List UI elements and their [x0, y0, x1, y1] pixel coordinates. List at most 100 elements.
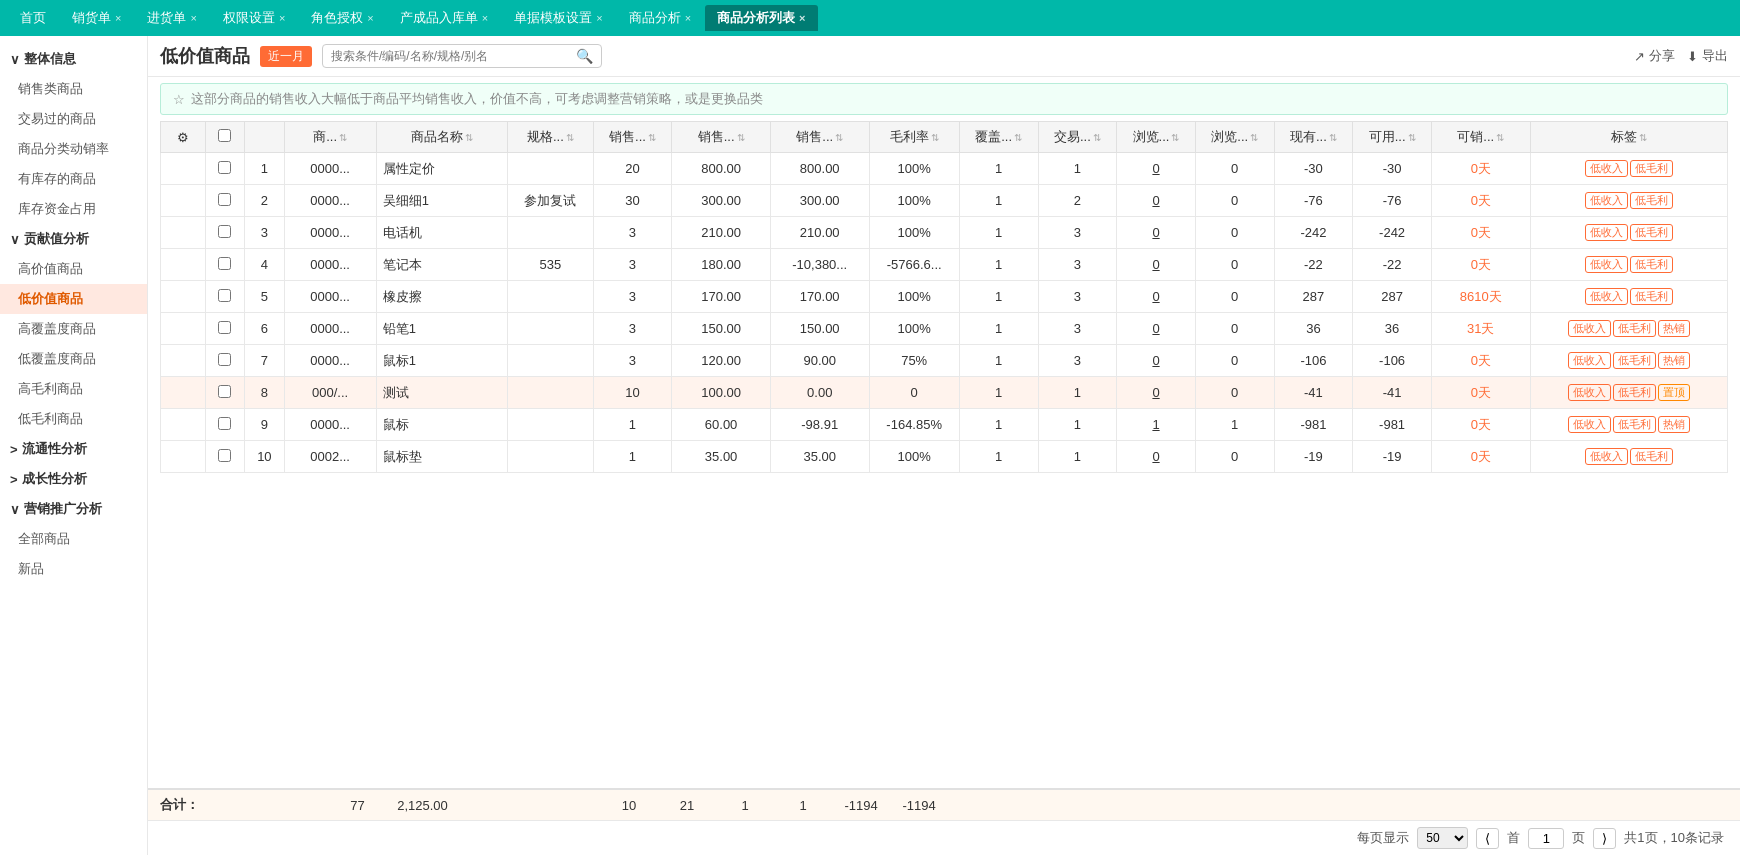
- col-sale2[interactable]: 销售...⇅: [672, 122, 771, 153]
- row-checkbox[interactable]: [205, 185, 244, 217]
- row-select-checkbox[interactable]: [218, 161, 231, 174]
- row-browse1[interactable]: 1: [1117, 409, 1196, 441]
- browse-value[interactable]: 0: [1152, 161, 1159, 176]
- row-browse1[interactable]: 0: [1117, 153, 1196, 185]
- sidebar-item-high-value[interactable]: 高价值商品: [0, 254, 147, 284]
- row-checkbox[interactable]: [205, 409, 244, 441]
- col-tags[interactable]: 标签⇅: [1530, 122, 1727, 153]
- nav-product-analysis-list[interactable]: 商品分析列表 ×: [705, 5, 817, 31]
- row-select-checkbox[interactable]: [218, 193, 231, 206]
- row-checkbox[interactable]: [205, 249, 244, 281]
- close-icon[interactable]: ×: [482, 12, 488, 24]
- nav-role-auth[interactable]: 角色授权 ×: [299, 5, 385, 31]
- col-trade[interactable]: 交易...⇅: [1038, 122, 1117, 153]
- nav-template-settings[interactable]: 单据模板设置 ×: [502, 5, 614, 31]
- row-browse1[interactable]: 0: [1117, 313, 1196, 345]
- close-icon[interactable]: ×: [799, 12, 805, 24]
- row-checkbox[interactable]: [205, 441, 244, 473]
- row-select-checkbox[interactable]: [218, 225, 231, 238]
- row-browse1[interactable]: 0: [1117, 345, 1196, 377]
- sidebar-group-overall[interactable]: ∨ 整体信息: [0, 44, 147, 74]
- browse-value[interactable]: 0: [1152, 289, 1159, 304]
- col-margin[interactable]: 毛利率⇅: [869, 122, 959, 153]
- row-select-checkbox[interactable]: [218, 321, 231, 334]
- close-icon[interactable]: ×: [596, 12, 602, 24]
- close-icon[interactable]: ×: [685, 12, 691, 24]
- export-button[interactable]: ⬇ 导出: [1687, 47, 1728, 65]
- browse-value[interactable]: 1: [1152, 417, 1159, 432]
- sidebar-group-contribution[interactable]: ∨ 贡献值分析: [0, 224, 147, 254]
- sidebar-item-sales-products[interactable]: 销售类商品: [0, 74, 147, 104]
- col-name[interactable]: 商品名称⇅: [376, 122, 508, 153]
- row-checkbox[interactable]: [205, 313, 244, 345]
- nav-product-storage[interactable]: 产成品入库单 ×: [388, 5, 500, 31]
- row-checkbox[interactable]: [205, 281, 244, 313]
- first-page-button[interactable]: ⟨: [1476, 828, 1499, 849]
- last-page-button[interactable]: ⟩: [1593, 828, 1616, 849]
- sidebar-item-new-products[interactable]: 新品: [0, 554, 147, 584]
- col-browse1[interactable]: 浏览...⇅: [1117, 122, 1196, 153]
- per-page-select[interactable]: 50 20 100: [1417, 827, 1468, 849]
- col-sale3[interactable]: 销售...⇅: [770, 122, 869, 153]
- sidebar-group-marketing[interactable]: ∨ 营销推广分析: [0, 494, 147, 524]
- row-checkbox[interactable]: [205, 377, 244, 409]
- browse-value[interactable]: 0: [1152, 353, 1159, 368]
- close-icon[interactable]: ×: [279, 12, 285, 24]
- close-icon[interactable]: ×: [190, 12, 196, 24]
- row-checkbox[interactable]: [205, 217, 244, 249]
- search-input[interactable]: [331, 49, 576, 63]
- sidebar-item-high-coverage[interactable]: 高覆盖度商品: [0, 314, 147, 344]
- nav-product-analysis[interactable]: 商品分析 ×: [617, 5, 703, 31]
- page-number-input[interactable]: [1528, 828, 1564, 849]
- sidebar-item-low-margin[interactable]: 低毛利商品: [0, 404, 147, 434]
- row-browse1[interactable]: 0: [1117, 441, 1196, 473]
- row-select-checkbox[interactable]: [218, 289, 231, 302]
- browse-value[interactable]: 0: [1152, 385, 1159, 400]
- browse-value[interactable]: 0: [1152, 193, 1159, 208]
- close-icon[interactable]: ×: [367, 12, 373, 24]
- col-settings[interactable]: ⚙: [161, 122, 206, 153]
- select-all-checkbox[interactable]: [218, 129, 231, 142]
- col-stock3[interactable]: 可销...⇅: [1431, 122, 1530, 153]
- sidebar-item-high-margin[interactable]: 高毛利商品: [0, 374, 147, 404]
- row-select-checkbox[interactable]: [218, 257, 231, 270]
- row-checkbox[interactable]: [205, 345, 244, 377]
- sidebar-item-traded-products[interactable]: 交易过的商品: [0, 104, 147, 134]
- browse-value[interactable]: 0: [1152, 225, 1159, 240]
- row-select-checkbox[interactable]: [218, 385, 231, 398]
- col-sale1[interactable]: 销售...⇅: [593, 122, 672, 153]
- sidebar-group-growth[interactable]: > 成长性分析: [0, 464, 147, 494]
- filter-tag-button[interactable]: 近一月: [260, 46, 312, 67]
- col-code[interactable]: 商...⇅: [284, 122, 376, 153]
- row-select-checkbox[interactable]: [218, 353, 231, 366]
- row-select-checkbox[interactable]: [218, 449, 231, 462]
- row-checkbox[interactable]: [205, 153, 244, 185]
- nav-home[interactable]: 首页: [8, 5, 58, 31]
- col-browse2[interactable]: 浏览...⇅: [1195, 122, 1274, 153]
- col-spec[interactable]: 规格...⇅: [508, 122, 593, 153]
- row-browse1[interactable]: 0: [1117, 249, 1196, 281]
- nav-purchase-order[interactable]: 进货单 ×: [135, 5, 208, 31]
- search-icon[interactable]: 🔍: [576, 48, 593, 64]
- col-stock2[interactable]: 可用...⇅: [1353, 122, 1432, 153]
- row-browse1[interactable]: 0: [1117, 377, 1196, 409]
- row-browse1[interactable]: 0: [1117, 281, 1196, 313]
- sidebar-group-circulation[interactable]: > 流通性分析: [0, 434, 147, 464]
- col-cover[interactable]: 覆盖...⇅: [959, 122, 1038, 153]
- sidebar-item-low-coverage[interactable]: 低覆盖度商品: [0, 344, 147, 374]
- sidebar-item-all-products[interactable]: 全部商品: [0, 524, 147, 554]
- sidebar-item-category-sales-rate[interactable]: 商品分类动销率: [0, 134, 147, 164]
- row-browse1[interactable]: 0: [1117, 185, 1196, 217]
- nav-permission[interactable]: 权限设置 ×: [211, 5, 297, 31]
- row-select-checkbox[interactable]: [218, 417, 231, 430]
- col-stock1[interactable]: 现有...⇅: [1274, 122, 1353, 153]
- nav-sales-order[interactable]: 销货单 ×: [60, 5, 133, 31]
- share-button[interactable]: ↗ 分享: [1634, 47, 1675, 65]
- browse-value[interactable]: 0: [1152, 257, 1159, 272]
- browse-value[interactable]: 0: [1152, 449, 1159, 464]
- row-browse1[interactable]: 0: [1117, 217, 1196, 249]
- col-check[interactable]: [205, 122, 244, 153]
- close-icon[interactable]: ×: [115, 12, 121, 24]
- sidebar-item-inventory-products[interactable]: 有库存的商品: [0, 164, 147, 194]
- browse-value[interactable]: 0: [1152, 321, 1159, 336]
